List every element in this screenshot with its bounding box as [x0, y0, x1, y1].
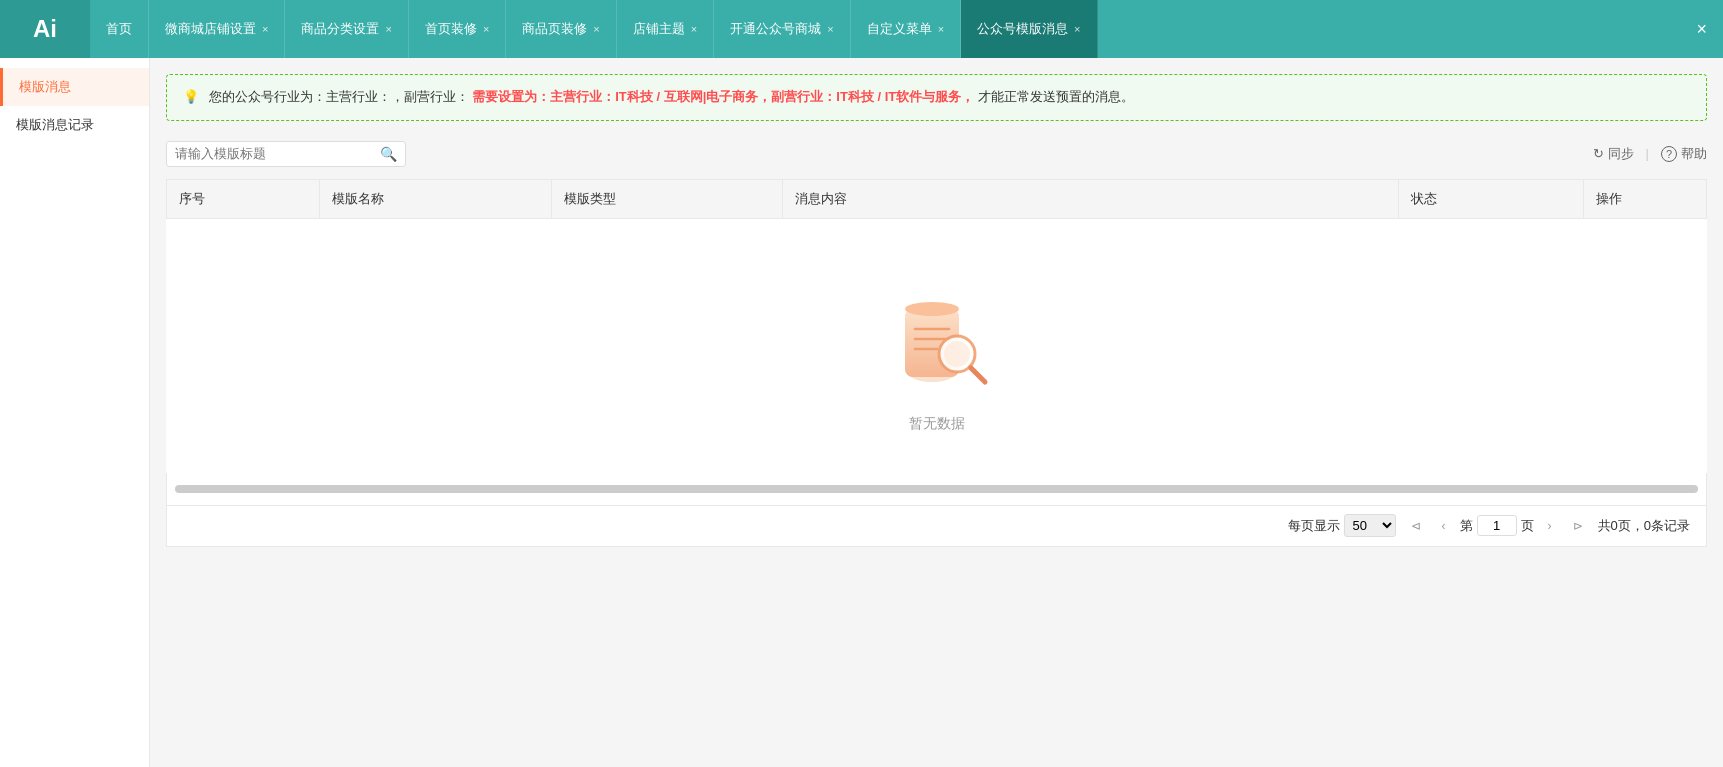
- tab-close-shop-theme[interactable]: ×: [691, 23, 697, 35]
- search-input-wrap: 🔍: [166, 141, 406, 167]
- svg-point-6: [905, 302, 959, 316]
- table-header-row: 序号模版名称模版类型消息内容状态操作: [167, 179, 1707, 218]
- help-label: 帮助: [1681, 145, 1707, 163]
- total-info: 共0页，0条记录: [1598, 517, 1690, 535]
- per-page-select[interactable]: 50 20 100: [1344, 514, 1396, 537]
- per-page-selector: 每页显示 50 20 100: [1288, 514, 1396, 537]
- help-button[interactable]: ? 帮助: [1661, 145, 1707, 163]
- divider: |: [1646, 146, 1649, 161]
- page-input[interactable]: [1477, 515, 1517, 536]
- prev-page-button[interactable]: ‹: [1432, 514, 1456, 538]
- notice-highlight: 需要设置为：主营行业：IT科技 / 互联网|电子商务，副营行业：IT科技 / I…: [472, 89, 974, 104]
- tab-close-custom-menu[interactable]: ×: [938, 23, 944, 35]
- table-scrollbar[interactable]: [175, 485, 1698, 493]
- help-icon: ?: [1661, 146, 1677, 162]
- tab-custom-menu[interactable]: 自定义菜单×: [851, 0, 961, 58]
- empty-illustration: [877, 279, 997, 399]
- logo: Ai: [0, 0, 90, 58]
- search-icon[interactable]: 🔍: [380, 146, 397, 162]
- top-nav: Ai 首页微商城店铺设置×商品分类设置×首页装修×商品页装修×店铺主题×开通公众…: [0, 0, 1723, 58]
- last-page-button[interactable]: ⊳: [1566, 514, 1590, 538]
- tab-home[interactable]: 首页: [90, 0, 149, 58]
- sync-icon: ↻: [1593, 146, 1604, 161]
- tab-category-settings[interactable]: 商品分类设置×: [285, 0, 408, 58]
- tab-close-open-mall[interactable]: ×: [827, 23, 833, 35]
- tab-close-homepage-decor[interactable]: ×: [483, 23, 489, 35]
- col-header-action: 操作: [1583, 179, 1706, 218]
- tab-homepage-decor[interactable]: 首页装修×: [409, 0, 506, 58]
- next-page-button[interactable]: ›: [1538, 514, 1562, 538]
- notice-box: 💡 您的公众号行业为：主营行业：，副营行业： 需要设置为：主营行业：IT科技 /…: [166, 74, 1707, 121]
- tab-product-decor[interactable]: 商品页装修×: [506, 0, 616, 58]
- tab-bar: 首页微商城店铺设置×商品分类设置×首页装修×商品页装修×店铺主题×开通公众号商城…: [90, 0, 1680, 58]
- notice-prefix: 您的公众号行业为：主营行业：，副营行业：: [209, 89, 469, 104]
- col-header-name: 模版名称: [320, 179, 551, 218]
- svg-point-8: [944, 341, 970, 367]
- tab-template-msg[interactable]: 公众号模版消息×: [961, 0, 1097, 58]
- per-page-label: 每页显示: [1288, 517, 1340, 535]
- empty-text: 暂无数据: [909, 415, 965, 433]
- tab-close-template-msg[interactable]: ×: [1074, 23, 1080, 35]
- sidebar-item-template-msg[interactable]: 模版消息: [0, 68, 149, 106]
- tab-close-product-decor[interactable]: ×: [593, 23, 599, 35]
- notice-suffix: 才能正常发送预置的消息。: [978, 89, 1134, 104]
- data-table: 序号模版名称模版类型消息内容状态操作: [166, 179, 1707, 219]
- tab-close-shop-settings[interactable]: ×: [262, 23, 268, 35]
- search-actions: ↻ 同步 | ? 帮助: [1593, 145, 1707, 163]
- main-layout: 模版消息模版消息记录 💡 您的公众号行业为：主营行业：，副营行业： 需要设置为：…: [0, 58, 1723, 767]
- search-bar: 🔍 ↻ 同步 | ? 帮助: [166, 141, 1707, 167]
- tab-open-mall[interactable]: 开通公众号商城×: [714, 0, 850, 58]
- col-header-content: 消息内容: [783, 179, 1399, 218]
- col-header-index: 序号: [167, 179, 320, 218]
- sidebar: 模版消息模版消息记录: [0, 58, 150, 767]
- empty-state: 暂无数据: [166, 219, 1707, 473]
- col-header-type: 模版类型: [551, 179, 782, 218]
- page-unit-label: 页: [1521, 517, 1534, 535]
- close-all-button[interactable]: ×: [1680, 19, 1723, 40]
- svg-line-10: [971, 368, 985, 382]
- first-page-button[interactable]: ⊲: [1404, 514, 1428, 538]
- col-header-status: 状态: [1399, 179, 1584, 218]
- pagination: 每页显示 50 20 100 ⊲ ‹ 第 页 › ⊳ 共0页，0条记录: [166, 506, 1707, 547]
- page-prefix-label: 第: [1460, 517, 1473, 535]
- search-input[interactable]: [175, 146, 380, 161]
- sync-label: 同步: [1608, 145, 1634, 163]
- sidebar-item-template-msg-record[interactable]: 模版消息记录: [0, 106, 149, 144]
- notice-icon: 💡: [183, 89, 199, 104]
- tab-shop-settings[interactable]: 微商城店铺设置×: [149, 0, 285, 58]
- tab-shop-theme[interactable]: 店铺主题×: [617, 0, 714, 58]
- table-container: 序号模版名称模版类型消息内容状态操作: [166, 179, 1707, 547]
- page-navigation: ⊲ ‹ 第 页 › ⊳: [1404, 514, 1590, 538]
- content-area: 💡 您的公众号行业为：主营行业：，副营行业： 需要设置为：主营行业：IT科技 /…: [150, 58, 1723, 767]
- tab-close-category-settings[interactable]: ×: [385, 23, 391, 35]
- sync-button[interactable]: ↻ 同步: [1593, 145, 1634, 163]
